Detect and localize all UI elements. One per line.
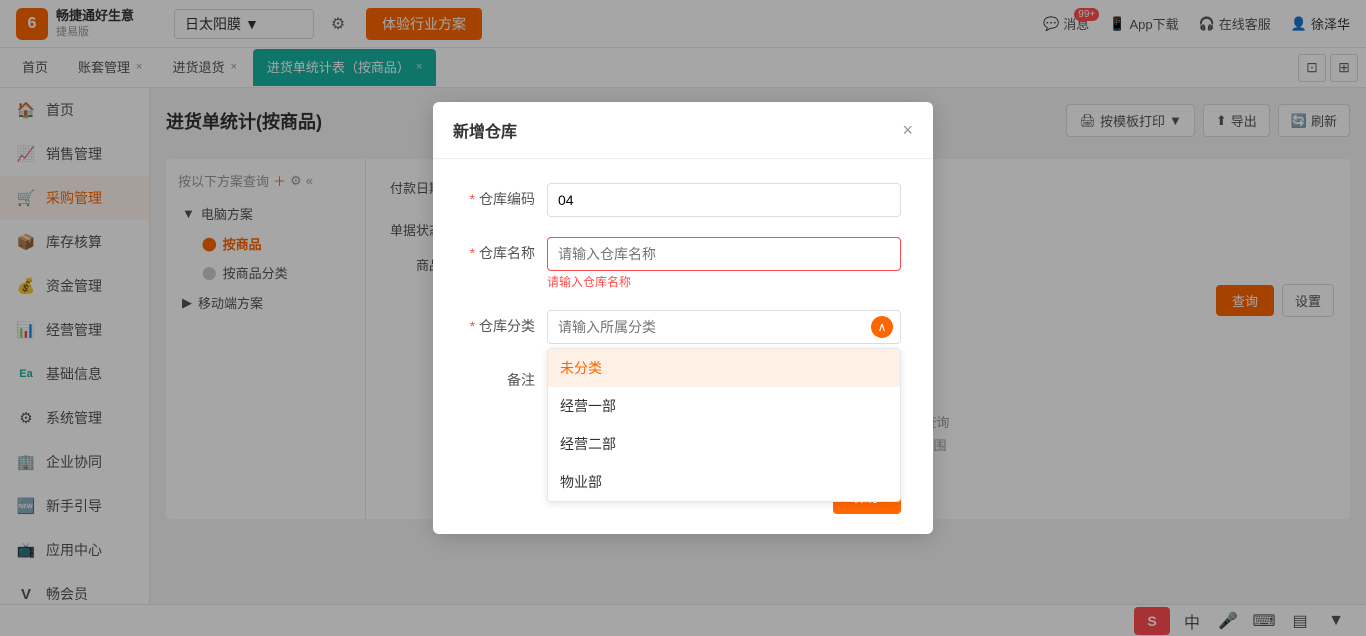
form-row-code: 仓库编码 bbox=[465, 183, 901, 217]
form-row-category: 仓库分类 ∧ 未分类 经营一部 经营二部 物业部 bbox=[465, 310, 901, 344]
category-input[interactable] bbox=[547, 310, 901, 344]
dropdown-item-dept1[interactable]: 经营一部 bbox=[548, 387, 900, 425]
name-error-tip: 请输入仓库名称 bbox=[547, 273, 901, 290]
category-dropdown-icon[interactable]: ∧ bbox=[871, 316, 893, 338]
category-dropdown-wrapper: ∧ 未分类 经营一部 经营二部 物业部 bbox=[547, 310, 901, 344]
code-label: 仓库编码 bbox=[465, 183, 535, 209]
note-label: 备注 bbox=[465, 364, 535, 390]
dialog-close-button[interactable]: × bbox=[902, 120, 913, 141]
dialog-header: 新增仓库 × bbox=[433, 102, 933, 159]
name-input-group: 请输入仓库名称 bbox=[547, 237, 901, 290]
name-label: 仓库名称 bbox=[465, 237, 535, 263]
code-input[interactable] bbox=[547, 183, 901, 217]
dialog-body: 仓库编码 仓库名称 请输入仓库名称 仓库分类 ∧ 未分类 经营一部 经营二部 bbox=[433, 159, 933, 468]
form-row-name: 仓库名称 请输入仓库名称 bbox=[465, 237, 901, 290]
category-label: 仓库分类 bbox=[465, 310, 535, 336]
dialog-title: 新增仓库 bbox=[453, 118, 517, 142]
name-input[interactable] bbox=[547, 237, 901, 271]
new-warehouse-dialog: 新增仓库 × 仓库编码 仓库名称 请输入仓库名称 仓库分类 ∧ 未分类 bbox=[433, 102, 933, 534]
category-dropdown-list: 未分类 经营一部 经营二部 物业部 bbox=[547, 348, 901, 502]
dropdown-item-uncategorized[interactable]: 未分类 bbox=[548, 349, 900, 387]
dropdown-item-dept3[interactable]: 物业部 bbox=[548, 463, 900, 501]
dropdown-item-dept2[interactable]: 经营二部 bbox=[548, 425, 900, 463]
